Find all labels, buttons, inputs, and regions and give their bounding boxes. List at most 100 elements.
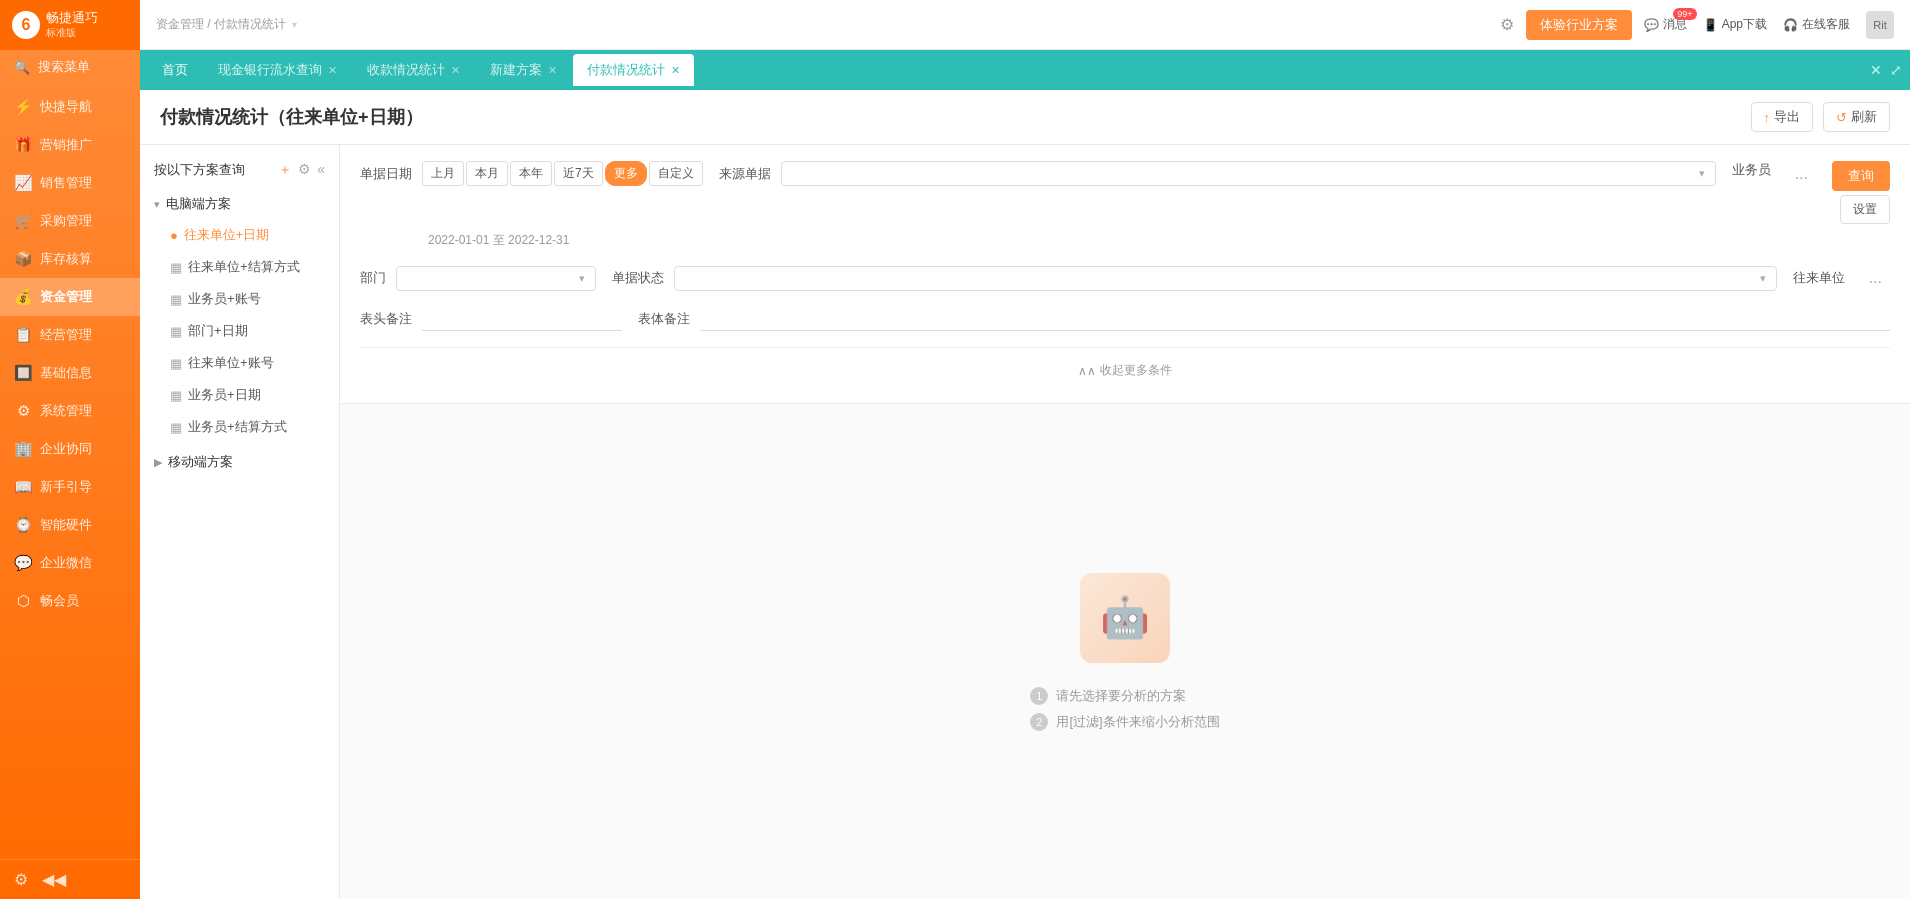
app-download-btn[interactable]: 📱 App下载 [1703,16,1767,33]
basic-icon: 🔲 [14,364,32,382]
sidebar-logo: 6 畅捷通巧 标准版 [0,0,140,50]
sidebar-item-capital[interactable]: 💰 资金管理 [0,278,140,316]
tab-receipt[interactable]: 收款情况统计 ✕ [353,54,474,86]
export-btn[interactable]: ↑ 导出 [1751,102,1814,132]
scheme-settings-icon[interactable]: ⚙ [298,161,311,179]
scheme-item-partner-account[interactable]: ▦ 往来单位+账号 [140,347,339,379]
scheme-item-staff-account[interactable]: ▦ 业务员+账号 [140,283,339,315]
desktop-scheme-group-header[interactable]: ▾ 电脑端方案 [140,189,339,219]
scheme-grid-icon-1: ▦ [170,260,182,275]
body-note-input[interactable] [700,307,1890,331]
refresh-icon: ↺ [1836,110,1847,125]
sidebar: 6 畅捷通巧 标准版 🔍 搜索菜单 ⚡ 快捷导航 🎁 营销推广 📈 销售管理 🛒… [0,0,140,899]
dept-select[interactable]: ▾ [396,266,596,291]
sidebar-item-hardware[interactable]: ⌚ 智能硬件 [0,506,140,544]
scheme-grid-icon-3: ▦ [170,324,182,339]
quick-nav-icon: ⚡ [14,98,32,116]
page-header-actions: ↑ 导出 ↺ 刷新 [1751,102,1891,132]
filter-right-actions: 查询 设置 [1832,161,1890,224]
tab-payment[interactable]: 付款情况统计 ✕ [573,54,694,86]
search-menu[interactable]: 🔍 搜索菜单 [0,50,140,84]
scheme-panel-header: 按以下方案查询 ＋ ⚙ « [140,155,339,189]
refresh-btn[interactable]: ↺ 刷新 [1823,102,1890,132]
main-area: 资金管理 / 付款情况统计 ▾ ⚙ 体验行业方案 💬 消息 99+ 📱 App下… [140,0,1910,899]
sidebar-item-purchase[interactable]: 🛒 采购管理 [0,202,140,240]
date-btn-7days[interactable]: 近7天 [554,161,603,186]
sidebar-item-guide[interactable]: 📖 新手引导 [0,468,140,506]
hint-num-1: 1 [1030,687,1048,705]
collapse-filter-btn[interactable]: ∧∧ 收起更多条件 [1070,354,1180,387]
search-icon: 🔍 [14,60,30,75]
capital-icon: 💰 [14,288,32,306]
doc-status-select[interactable]: ▾ [674,266,1777,291]
date-btn-this-month[interactable]: 本月 [466,161,508,186]
dept-filter: 部门 ▾ [360,266,596,291]
topbar-settings-icon[interactable]: ⚙ [1500,15,1514,34]
tab-new-scheme[interactable]: 新建方案 ✕ [476,54,571,86]
query-btn[interactable]: 查询 [1832,161,1890,191]
sidebar-item-wechat[interactable]: 💬 企业微信 [0,544,140,582]
head-note-input[interactable] [422,307,622,331]
sidebar-item-basic[interactable]: 🔲 基础信息 [0,354,140,392]
purchase-icon: 🛒 [14,212,32,230]
tab-close-bank[interactable]: ✕ [328,64,337,77]
sidebar-item-sales[interactable]: 📈 销售管理 [0,164,140,202]
scheme-item-partner-settle[interactable]: ▦ 往来单位+结算方式 [140,251,339,283]
message-btn[interactable]: 💬 消息 99+ [1644,16,1687,33]
date-btn-last-month[interactable]: 上月 [422,161,464,186]
date-btn-this-year[interactable]: 本年 [510,161,552,186]
doc-status-filter: 单据状态 ▾ [612,266,1777,291]
scheme-grid-icon-5: ▦ [170,420,182,435]
date-btn-custom[interactable]: 自定义 [649,161,703,186]
user-avatar[interactable]: Rit [1866,11,1894,39]
desktop-scheme-group: ▾ 电脑端方案 ● 往来单位+日期 ▦ 往来单位+结算方式 ▦ 业务员+账号 ▦ [140,189,339,443]
sidebar-item-marketing[interactable]: 🎁 营销推广 [0,126,140,164]
source-select[interactable]: ▾ [781,161,1716,186]
mobile-scheme-group-header[interactable]: ▶ 移动端方案 [140,447,339,477]
service-icon: 🎧 [1783,18,1798,32]
partner-ellipsis[interactable]: ... [1861,265,1890,291]
logo-icon: 6 [12,11,40,39]
scheme-active-icon: ● [170,228,178,243]
empty-state: 🤖 1 请先选择要分析的方案 2 用[过滤]条件来缩小分析范围 [340,404,1910,899]
sidebar-item-system[interactable]: ⚙ 系统管理 [0,392,140,430]
sidebar-item-operation[interactable]: 📋 经营管理 [0,316,140,354]
trial-btn[interactable]: 体验行业方案 [1526,10,1632,40]
tab-home[interactable]: 首页 [148,54,202,86]
topbar-actions: 💬 消息 99+ 📱 App下载 🎧 在线客服 Rit [1644,11,1894,39]
filter-settings-btn[interactable]: 设置 [1840,195,1890,224]
staff-filter: 业务员 [1732,161,1771,179]
tab-bank[interactable]: 现金银行流水查询 ✕ [204,54,351,86]
collapse-up-icon: ∧∧ [1078,364,1096,378]
date-btn-more[interactable]: 更多 [605,161,647,186]
tab-close-new-scheme[interactable]: ✕ [548,64,557,77]
add-scheme-icon[interactable]: ＋ [278,161,292,179]
tab-close-receipt[interactable]: ✕ [451,64,460,77]
scheme-item-staff-settle[interactable]: ▦ 业务员+结算方式 [140,411,339,443]
fullscreen-icon[interactable]: ⤢ [1890,62,1902,78]
tabbar-controls: ✕ ⤢ [1870,62,1902,78]
scheme-item-partner-date[interactable]: ● 往来单位+日期 [140,219,339,251]
robot-illustration: 🤖 [1080,573,1170,663]
doc-status-arrow-icon: ▾ [1760,272,1766,285]
close-all-icon[interactable]: ✕ [1870,62,1882,78]
mobile-toggle-icon: ▶ [154,456,162,469]
online-service-btn[interactable]: 🎧 在线客服 [1783,16,1850,33]
collapse-sidebar-icon[interactable]: ◀◀ [42,870,66,889]
breadcrumb-chevron: ▾ [292,19,297,30]
sidebar-item-enterprise[interactable]: 🏢 企业协同 [0,430,140,468]
hint-num-2: 2 [1030,713,1048,731]
settings-icon[interactable]: ⚙ [14,870,28,889]
staff-ellipsis[interactable]: ... [1787,161,1816,187]
sidebar-item-quick-nav[interactable]: ⚡ 快捷导航 [0,88,140,126]
scheme-item-dept-date[interactable]: ▦ 部门+日期 [140,315,339,347]
scheme-panel-icons: ＋ ⚙ « [278,161,325,179]
tab-close-payment[interactable]: ✕ [671,64,680,77]
inventory-icon: 📦 [14,250,32,268]
scheme-item-staff-date[interactable]: ▦ 业务员+日期 [140,379,339,411]
vip-icon: ⬡ [14,592,32,610]
collapse-scheme-icon[interactable]: « [317,161,325,179]
sidebar-item-vip[interactable]: ⬡ 畅会员 [0,582,140,620]
sidebar-item-inventory[interactable]: 📦 库存核算 [0,240,140,278]
sales-icon: 📈 [14,174,32,192]
